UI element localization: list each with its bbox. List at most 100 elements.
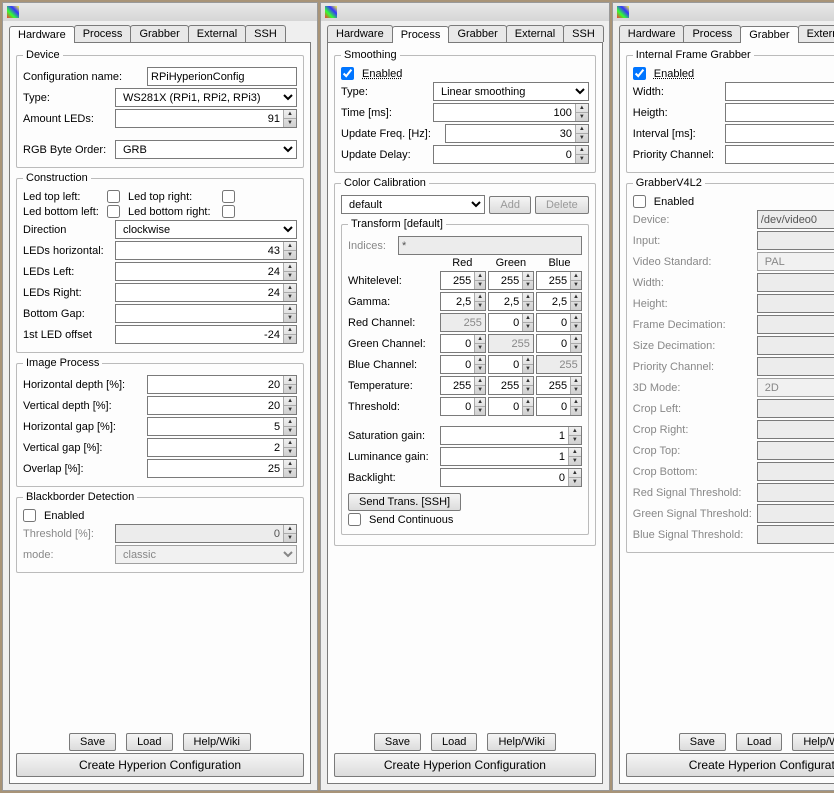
spin-gc-r[interactable]: ▲▼ — [440, 334, 486, 353]
save-button[interactable]: Save — [69, 733, 116, 751]
tab-grabber[interactable]: Grabber — [130, 25, 188, 42]
label-v4l2-device: Device: — [633, 214, 753, 226]
check-ltl[interactable] — [107, 190, 120, 203]
pane-process: Smoothing Enabled Type:Linear smoothing … — [327, 42, 603, 784]
spin-ga-b[interactable]: ▲▼ — [536, 292, 582, 311]
check-ltr[interactable] — [222, 190, 235, 203]
spin-int-height[interactable]: ▲▼ — [725, 103, 834, 122]
create-config-button[interactable]: Create Hyperion Configuration — [16, 753, 304, 777]
spin-sm-time[interactable]: ▲▼ — [433, 103, 589, 122]
tab-process[interactable]: Process — [683, 25, 741, 42]
tab-grabber[interactable]: Grabber — [740, 26, 798, 43]
create-config-button[interactable]: Create Hyperion Configuration — [626, 753, 834, 777]
spin-leds-r[interactable]: ▲▼ — [115, 283, 297, 302]
spin-bc-g[interactable]: ▲▼ — [488, 355, 534, 374]
combo-sm-type[interactable]: Linear smoothing — [433, 82, 589, 101]
spin-int-prio[interactable]: ▲▼ — [725, 145, 834, 164]
spin-hg[interactable]: ▲▼ — [147, 417, 297, 436]
tab-grabber[interactable]: Grabber — [448, 25, 506, 42]
combo-rgb[interactable]: GRB — [115, 140, 297, 159]
tab-hardware[interactable]: Hardware — [9, 26, 75, 43]
tab-hardware[interactable]: Hardware — [327, 25, 393, 42]
label-sm-freq: Update Freq. [Hz]: — [341, 128, 441, 140]
group-colorcal: Color Calibration default Add Delete Tra… — [334, 177, 596, 546]
check-lbr[interactable] — [222, 205, 235, 218]
spin-sm-delay[interactable]: ▲▼ — [433, 145, 589, 164]
spin-bc-r[interactable]: ▲▼ — [440, 355, 486, 374]
spin-wl-g[interactable]: ▲▼ — [488, 271, 534, 290]
spin-wl-b[interactable]: ▲▼ — [536, 271, 582, 290]
check-int-enabled[interactable] — [633, 67, 646, 80]
label-vg: Vertical gap [%]: — [23, 442, 143, 454]
titlebar[interactable] — [613, 3, 834, 21]
spin-th-g[interactable]: ▲▼ — [488, 397, 534, 416]
legend-blackborder: Blackborder Detection — [23, 491, 137, 503]
tab-hardware[interactable]: Hardware — [619, 25, 685, 42]
input-v4l2-device — [757, 210, 834, 229]
spin-ga-r[interactable]: ▲▼ — [440, 292, 486, 311]
spin-ov[interactable]: ▲▼ — [147, 459, 297, 478]
spin-vd[interactable]: ▲▼ — [147, 396, 297, 415]
spin-th-b[interactable]: ▲▼ — [536, 397, 582, 416]
label-v4l2-cb: Crop Bottom: — [633, 466, 753, 478]
spin-rc-b[interactable]: ▲▼ — [536, 313, 582, 332]
spin-int-width[interactable]: ▲▼ — [725, 82, 834, 101]
spin-offset[interactable]: ▲▼ — [115, 325, 297, 344]
spin-tp-b[interactable]: ▲▼ — [536, 376, 582, 395]
combo-profile[interactable]: default — [341, 195, 485, 214]
send-trans-button[interactable]: Send Trans. [SSH] — [348, 493, 461, 511]
check-sendcont[interactable] — [348, 513, 361, 526]
load-button[interactable]: Load — [736, 733, 782, 751]
spin-hd[interactable]: ▲▼ — [147, 375, 297, 394]
spin-tp-g[interactable]: ▲▼ — [488, 376, 534, 395]
tab-ssh[interactable]: SSH — [245, 25, 286, 42]
spin-wl-r[interactable]: ▲▼ — [440, 271, 486, 290]
app-icon — [7, 6, 19, 18]
spin-amount[interactable]: ▲▼ — [115, 109, 297, 128]
spin-leds-l[interactable]: ▲▼ — [115, 262, 297, 281]
titlebar[interactable] — [3, 3, 317, 21]
spin-th-r[interactable]: ▲▼ — [440, 397, 486, 416]
spin-int-interval[interactable]: ▲▼ — [725, 124, 834, 143]
col-red: Red — [440, 257, 485, 269]
titlebar[interactable] — [321, 3, 609, 21]
spin-rc-g[interactable]: ▲▼ — [488, 313, 534, 332]
help-button[interactable]: Help/Wiki — [792, 733, 834, 751]
tab-external[interactable]: External — [188, 25, 246, 42]
spin-v4l2-gt: ▲▼ — [757, 504, 834, 523]
tab-external[interactable]: External — [506, 25, 564, 42]
val-bc-b — [536, 355, 582, 374]
check-v4l2-enabled[interactable] — [633, 195, 646, 208]
load-button[interactable]: Load — [431, 733, 477, 751]
help-button[interactable]: Help/Wiki — [487, 733, 555, 751]
spin-gc-b[interactable]: ▲▼ — [536, 334, 582, 353]
spin-sat[interactable]: ▲▼ — [440, 426, 582, 445]
spin-sm-freq[interactable]: ▲▼ — [445, 124, 589, 143]
spin-vg[interactable]: ▲▼ — [147, 438, 297, 457]
input-cfgname[interactable] — [147, 67, 297, 86]
spin-lum[interactable]: ▲▼ — [440, 447, 582, 466]
spin-ga-g[interactable]: ▲▼ — [488, 292, 534, 311]
tab-external[interactable]: External — [798, 25, 834, 42]
spin-leds-h[interactable]: ▲▼ — [115, 241, 297, 260]
spin-tp-r[interactable]: ▲▼ — [440, 376, 486, 395]
help-button[interactable]: Help/Wiki — [183, 733, 251, 751]
spin-back[interactable]: ▲▼ — [440, 468, 582, 487]
tab-ssh[interactable]: SSH — [563, 25, 604, 42]
combo-dir[interactable]: clockwise — [115, 220, 297, 239]
create-config-button[interactable]: Create Hyperion Configuration — [334, 753, 596, 777]
check-bb-enabled[interactable] — [23, 509, 36, 522]
spin-v4l2-prio: ▲▼ — [757, 357, 834, 376]
label-v4l2-fdec: Frame Decimation: — [633, 319, 753, 331]
combo-type[interactable]: WS281X (RPi1, RPi2, RPi3) — [115, 88, 297, 107]
save-button[interactable]: Save — [374, 733, 421, 751]
tab-process[interactable]: Process — [74, 25, 132, 42]
label-back: Backlight: — [348, 472, 436, 484]
check-sm-enabled[interactable] — [341, 67, 354, 80]
load-button[interactable]: Load — [126, 733, 172, 751]
save-button[interactable]: Save — [679, 733, 726, 751]
spin-bgap[interactable]: ▲▼ — [115, 304, 297, 323]
tab-process[interactable]: Process — [392, 26, 450, 43]
check-lbl[interactable] — [107, 205, 120, 218]
label-v4l2-cr: Crop Right: — [633, 424, 753, 436]
